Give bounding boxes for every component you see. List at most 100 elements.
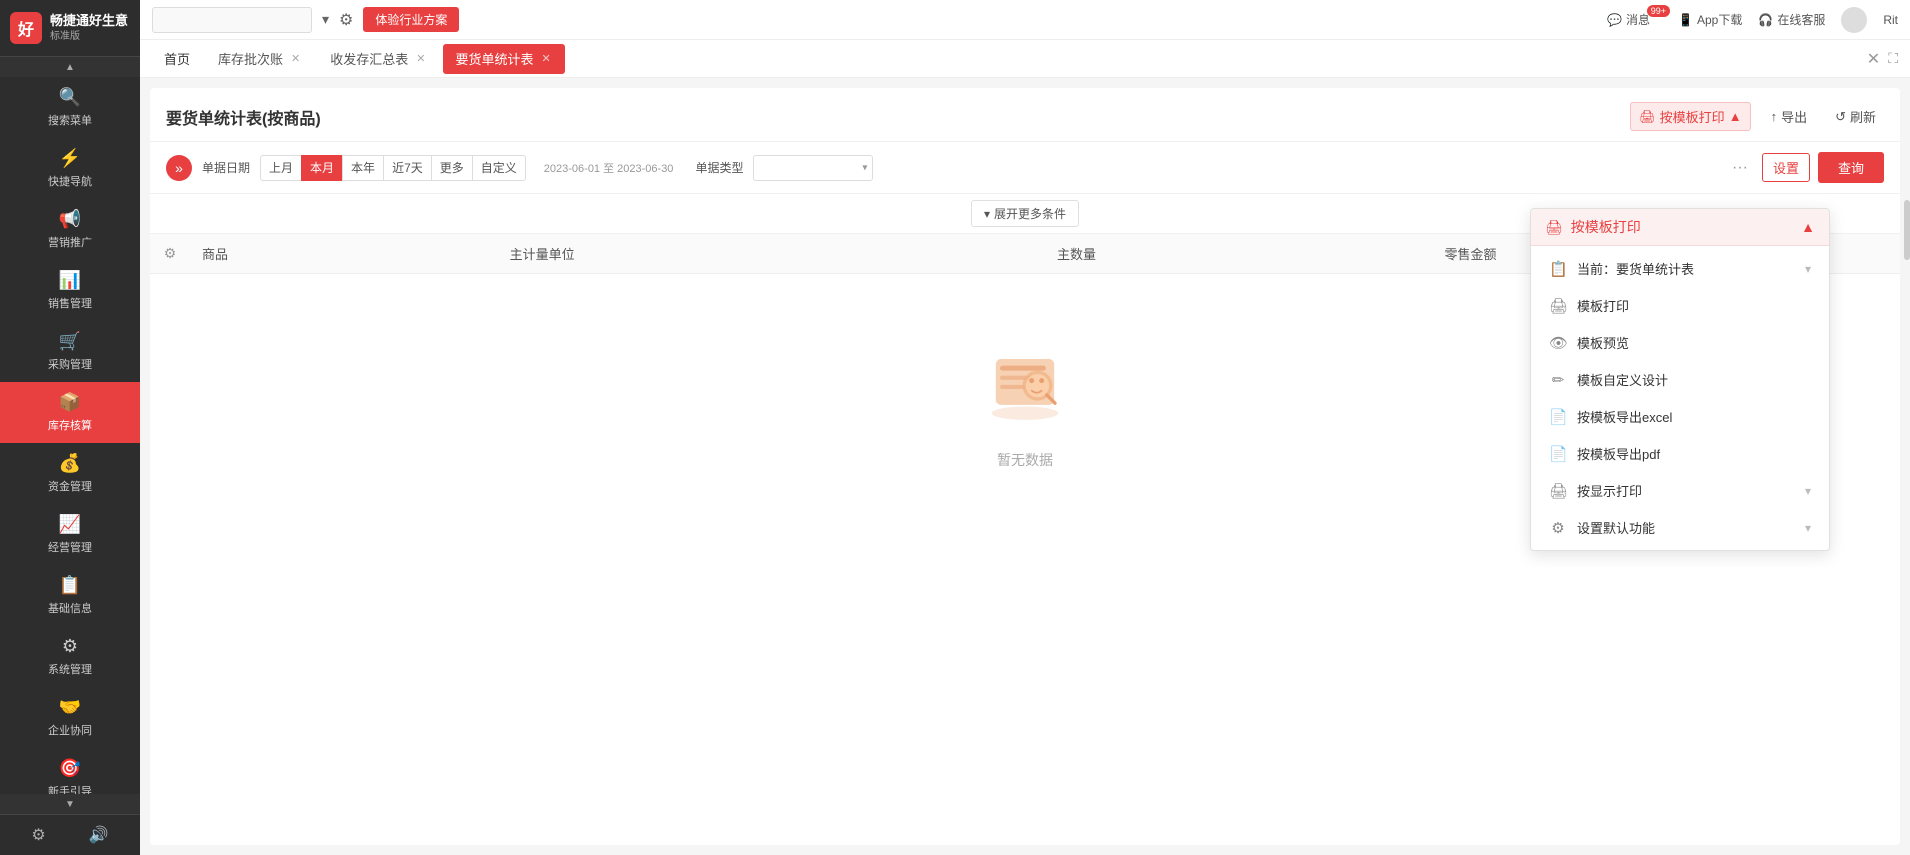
th-settings: ⚙ <box>150 234 190 274</box>
system-icon: ⚙ <box>62 636 78 657</box>
date-btn-last-month[interactable]: 上月 <box>260 155 301 181</box>
order-type-label: 单据类型 <box>695 159 743 176</box>
date-btn-last-7-days[interactable]: 近7天 <box>383 155 431 181</box>
logo-text: 畅捷通好生意 标准版 <box>50 13 128 43</box>
inventory-icon: 📦 <box>59 392 81 413</box>
default-func-content: ⚙ 设置默认功能 <box>1549 518 1655 537</box>
tabs-close-all-btn[interactable]: ✕ <box>1867 49 1880 69</box>
print-template-export-excel-item[interactable]: 📄 按模板导出excel <box>1531 398 1829 435</box>
th-unit-label: 主计量单位 <box>510 247 575 262</box>
sidebar-settings-btn[interactable]: ⚙ <box>31 825 45 845</box>
sidebar-item-finance[interactable]: 💰 资金管理 <box>0 443 140 504</box>
filter-actions: ··· 设置 查询 <box>1726 152 1884 183</box>
export-icon: ↑ <box>1771 109 1778 124</box>
print-template-btn[interactable]: 🖨 按模板打印 ▲ <box>1630 102 1750 131</box>
tabs-bar: 首页 库存批次账 ✕ 收发存汇总表 ✕ 要货单统计表 ✕ ✕ ⛶ <box>140 40 1910 78</box>
empty-state-text: 暂无数据 <box>997 450 1053 470</box>
current-template-icon: 📋 <box>1549 260 1567 278</box>
order-type-select[interactable] <box>753 155 873 181</box>
main-area: ▾ ⚙ 体验行业方案 💬 消息 99+ 📱 App下载 🎧 在线客服 Rit 首… <box>140 0 1910 855</box>
print-display-print-item[interactable]: 🖨 按显示打印 ▾ <box>1531 472 1829 509</box>
table-settings-icon[interactable]: ⚙ <box>164 245 177 261</box>
filter-expand-btn[interactable]: » <box>166 155 192 181</box>
print-default-func-item[interactable]: ⚙ 设置默认功能 ▾ <box>1531 509 1829 546</box>
tab-inventory-batch[interactable]: 库存批次账 ✕ <box>206 44 314 74</box>
tab-receivable-summary[interactable]: 收发存汇总表 ✕ <box>318 44 439 74</box>
sidebar-item-quick-nav[interactable]: ⚡ 快捷导航 <box>0 138 140 199</box>
default-func-arrow: ▾ <box>1805 521 1811 535</box>
sidebar-item-guide[interactable]: 🎯 新手引导 <box>0 748 140 794</box>
quick-nav-icon: ⚡ <box>59 148 81 169</box>
guide-icon: 🎯 <box>59 758 81 779</box>
tabs-right: ✕ ⛶ <box>1867 49 1898 69</box>
print-template-print-item[interactable]: 🖨 模板打印 <box>1531 287 1829 324</box>
messages-item[interactable]: 💬 消息 99+ <box>1607 11 1662 28</box>
order-type-select-wrapper: ▾ <box>753 155 873 181</box>
date-btn-more[interactable]: 更多 <box>431 155 472 181</box>
date-btn-custom[interactable]: 自定义 <box>472 155 526 181</box>
scrollbar-indicator[interactable] <box>1904 200 1910 260</box>
app-download-item[interactable]: 📱 App下载 <box>1678 11 1742 28</box>
sidebar-item-basics[interactable]: 📋 基础信息 <box>0 565 140 626</box>
message-icon: 💬 <box>1607 13 1622 27</box>
sidebar-speaker-btn[interactable]: 🔊 <box>89 825 109 845</box>
export-btn[interactable]: ↑ 导出 <box>1763 103 1816 130</box>
query-button[interactable]: 查询 <box>1818 152 1884 183</box>
sidebar-item-inventory[interactable]: 📦 库存核算 <box>0 382 140 443</box>
template-print-icon: 🖨 <box>1549 297 1567 315</box>
sidebar-item-sales[interactable]: 📊 销售管理 <box>0 260 140 321</box>
expand-more-label: 展开更多条件 <box>994 205 1066 222</box>
print-template-export-pdf-item[interactable]: 📄 按模板导出pdf <box>1531 435 1829 472</box>
display-print-arrow: ▾ <box>1805 484 1811 498</box>
th-unit: 主计量单位 <box>498 234 1045 274</box>
date-group: 上月 本月 本年 近7天 更多 自定义 <box>260 155 526 181</box>
sidebar-item-label: 快捷导航 <box>48 173 92 189</box>
sidebar-item-operations[interactable]: 📈 经营管理 <box>0 504 140 565</box>
template-export-excel-icon: 📄 <box>1549 408 1567 426</box>
marketing-icon: 📢 <box>59 209 81 230</box>
print-dropdown-collapse-btn[interactable]: ▲ <box>1801 219 1815 235</box>
display-print-label: 按显示打印 <box>1577 481 1642 500</box>
sidebar-item-enterprise[interactable]: 🤝 企业协同 <box>0 687 140 748</box>
expand-more-btn[interactable]: ▾ 展开更多条件 <box>971 200 1079 227</box>
sidebar-scroll-down[interactable]: ▼ <box>0 794 140 814</box>
tab-inventory-batch-close[interactable]: ✕ <box>289 52 302 65</box>
expand-icon: » <box>175 160 183 176</box>
more-options-btn[interactable]: ··· <box>1726 155 1754 181</box>
sidebar-item-purchase[interactable]: 🛒 采购管理 <box>0 321 140 382</box>
avatar[interactable] <box>1841 7 1867 33</box>
tab-home[interactable]: 首页 <box>152 44 202 74</box>
refresh-btn[interactable]: ↺ 刷新 <box>1827 103 1884 130</box>
logo-area: 好 畅捷通好生意 标准版 <box>0 0 140 57</box>
logo-icon: 好 <box>10 12 42 44</box>
tab-order-stats[interactable]: 要货单统计表 ✕ <box>443 44 564 74</box>
online-service-item[interactable]: 🎧 在线客服 <box>1758 11 1825 28</box>
top-bar-search-input[interactable] <box>152 7 312 33</box>
settings-button[interactable]: 设置 <box>1762 153 1810 182</box>
sidebar-item-system[interactable]: ⚙ 系统管理 <box>0 626 140 687</box>
sidebar-item-marketing[interactable]: 📢 营销推广 <box>0 199 140 260</box>
tab-receivable-summary-close[interactable]: ✕ <box>414 52 427 65</box>
trial-button[interactable]: 体验行业方案 <box>363 7 459 32</box>
sidebar-item-search-menu[interactable]: 🔍 搜索菜单 <box>0 77 140 138</box>
print-current-template-item[interactable]: 📋 当前：要货单统计表 ▾ <box>1531 250 1829 287</box>
edition-label: 标准版 <box>50 30 128 43</box>
date-btn-this-month[interactable]: 本月 <box>301 155 342 181</box>
sidebar-bottom: ⚙ 🔊 <box>0 814 140 855</box>
purchase-icon: 🛒 <box>59 331 81 352</box>
top-bar-dropdown-arrow[interactable]: ▾ <box>322 11 329 28</box>
template-preview-label: 模板预览 <box>1577 333 1629 352</box>
top-bar-right: 💬 消息 99+ 📱 App下载 🎧 在线客服 Rit <box>1607 7 1898 33</box>
print-template-custom-item[interactable]: ✏ 模板自定义设计 <box>1531 361 1829 398</box>
current-template-arrow: ▾ <box>1805 262 1811 276</box>
th-goods: 商品 <box>190 234 498 274</box>
date-btn-this-year[interactable]: 本年 <box>342 155 383 181</box>
tab-receivable-summary-label: 收发存汇总表 <box>330 49 408 68</box>
tabs-maximize-btn[interactable]: ⛶ <box>1888 50 1898 67</box>
tab-order-stats-close[interactable]: ✕ <box>540 52 553 65</box>
print-template-preview-item[interactable]: 👁 模板预览 <box>1531 324 1829 361</box>
user-name[interactable]: Rit <box>1883 13 1898 27</box>
template-preview-icon: 👁 <box>1549 334 1567 352</box>
sidebar-scroll-up[interactable]: ▲ <box>0 57 140 77</box>
top-bar-settings-icon[interactable]: ⚙ <box>339 10 353 30</box>
